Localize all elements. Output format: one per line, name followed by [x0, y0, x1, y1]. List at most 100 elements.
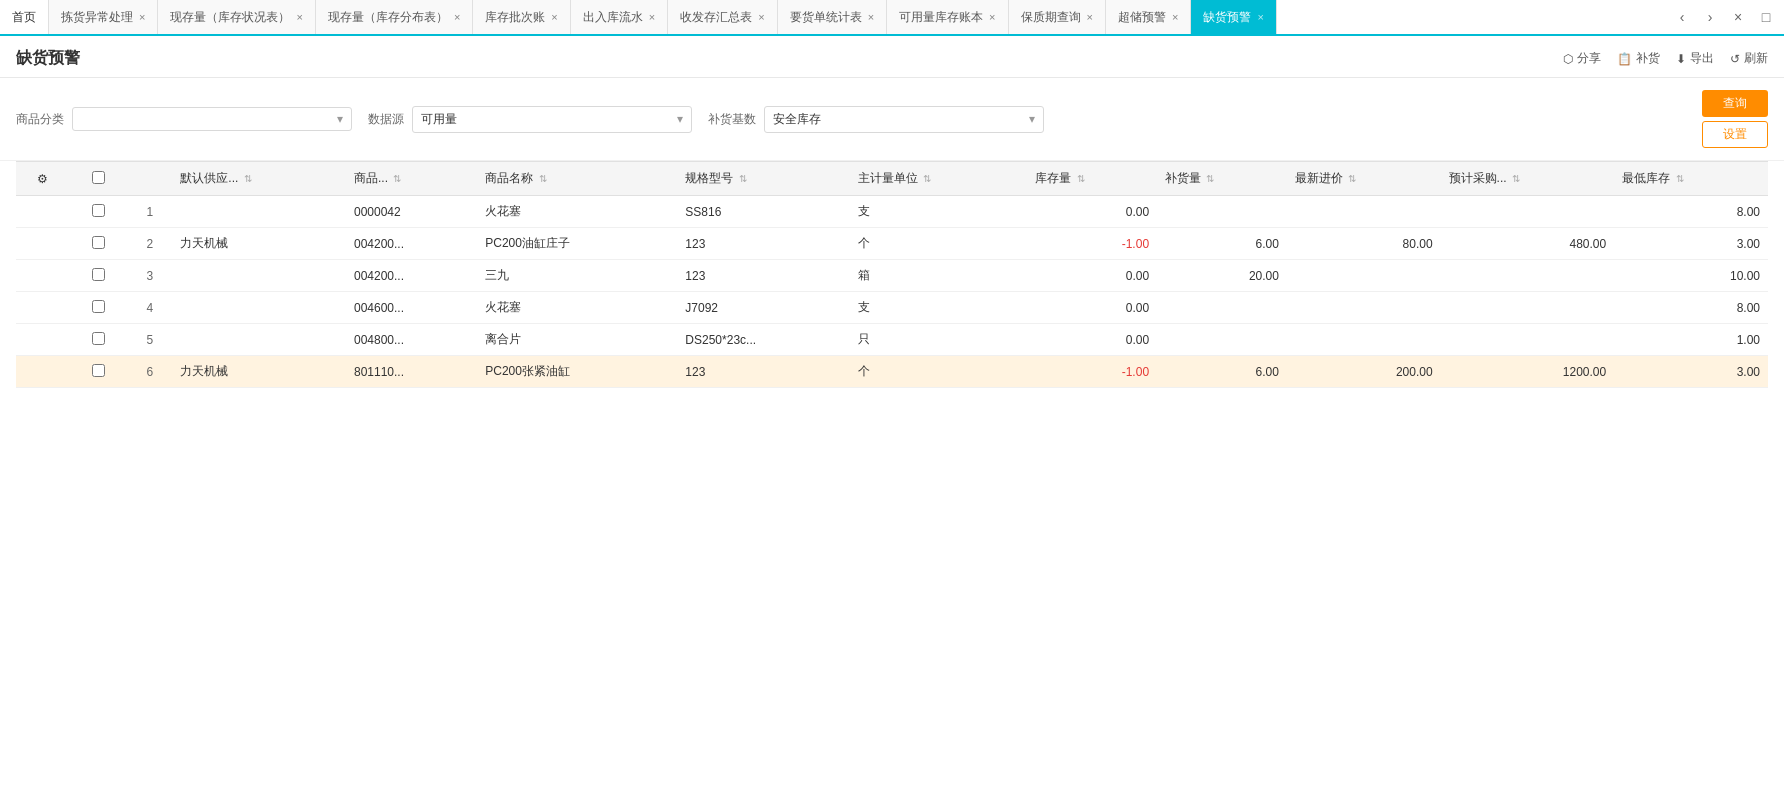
select-all-checkbox[interactable]	[92, 171, 105, 184]
tab-inout[interactable]: 出入库流水 ×	[571, 0, 668, 34]
tab-order-stat[interactable]: 要货单统计表 ×	[778, 0, 887, 34]
row-checkbox-3[interactable]	[92, 300, 105, 313]
row-stock-4: 0.00	[1027, 324, 1157, 356]
row-checkbox-0[interactable]	[92, 204, 105, 217]
column-spec[interactable]: 规格型号 ⇅	[677, 162, 849, 196]
header-actions: ⬡ 分享 📋 补货 ⬇ 导出 ↺ 刷新	[1563, 50, 1768, 67]
row-gear-5	[16, 356, 70, 388]
tab-batch[interactable]: 库存批次账 ×	[473, 0, 570, 34]
column-restock[interactable]: 补货量 ⇅	[1157, 162, 1287, 196]
row-min-stock-1: 3.00	[1614, 228, 1768, 260]
tab-close-stock-dist[interactable]: ×	[454, 11, 460, 23]
row-min-stock-4: 1.00	[1614, 324, 1768, 356]
category-select[interactable]: ▾	[72, 107, 352, 131]
tab-abnormal[interactable]: 拣货异常处理 ×	[49, 0, 158, 34]
row-unit-0: 支	[850, 196, 1028, 228]
settings-button[interactable]: 设置	[1702, 121, 1768, 148]
row-gear-2	[16, 260, 70, 292]
row-num-1: 2	[127, 228, 172, 260]
tab-overstock[interactable]: 超储预警 ×	[1106, 0, 1191, 34]
table-row[interactable]: 2 力天机械 004200... PC200油缸庄子 123 个 -1.00 6…	[16, 228, 1768, 260]
row-unit-2: 箱	[850, 260, 1028, 292]
tab-home[interactable]: 首页	[0, 0, 49, 34]
tab-shortage[interactable]: 缺货预警 ×	[1191, 0, 1276, 34]
tab-expiry[interactable]: 保质期查询 ×	[1009, 0, 1106, 34]
row-supplier-4	[172, 324, 346, 356]
tab-close-overstock[interactable]: ×	[1172, 11, 1178, 23]
tab-close-stock-status[interactable]: ×	[296, 11, 302, 23]
row-checkbox-1[interactable]	[92, 236, 105, 249]
category-filter-group: 商品分类 ▾	[16, 107, 352, 131]
row-checkbox-cell-2	[70, 260, 128, 292]
tab-close-receipt[interactable]: ×	[758, 11, 764, 23]
tab-receipt[interactable]: 收发存汇总表 ×	[668, 0, 777, 34]
column-min-stock[interactable]: 最低库存 ⇅	[1614, 162, 1768, 196]
tab-close-expiry[interactable]: ×	[1087, 11, 1093, 23]
row-checkbox-cell-1	[70, 228, 128, 260]
data-table: ⚙ 默认供应... ⇅ 商品... ⇅ 商品名称 ⇅	[16, 161, 1768, 388]
row-latest-price-0	[1287, 196, 1441, 228]
restock-button[interactable]: 📋 补货	[1617, 50, 1660, 67]
tab-close-order-stat[interactable]: ×	[868, 11, 874, 23]
tab-bar: 首页 拣货异常处理 × 现存量（库存状况表） × 现存量（库存分布表） × 库存…	[0, 0, 1784, 36]
sort-min-stock-icon: ⇅	[1676, 173, 1684, 184]
row-checkbox-5[interactable]	[92, 364, 105, 377]
tab-close-available[interactable]: ×	[989, 11, 995, 23]
column-gear[interactable]: ⚙	[16, 162, 70, 196]
tab-available[interactable]: 可用量库存账本 ×	[887, 0, 1008, 34]
column-name[interactable]: 商品名称 ⇅	[477, 162, 677, 196]
sort-supplier-icon: ⇅	[244, 173, 252, 184]
filter-bar: 商品分类 ▾ 数据源 可用量 ▾ 补货基数 安全库存 ▾ 查询 设置	[0, 78, 1784, 161]
row-est-purchase-1: 480.00	[1441, 228, 1615, 260]
row-num-3: 4	[127, 292, 172, 324]
tab-stock-dist[interactable]: 现存量（库存分布表） ×	[316, 0, 473, 34]
row-num-0: 1	[127, 196, 172, 228]
tab-stock-status[interactable]: 现存量（库存状况表） ×	[158, 0, 315, 34]
column-code[interactable]: 商品... ⇅	[346, 162, 477, 196]
share-button[interactable]: ⬡ 分享	[1563, 50, 1601, 67]
row-num-5: 6	[127, 356, 172, 388]
row-spec-3: J7092	[677, 292, 849, 324]
row-min-stock-2: 10.00	[1614, 260, 1768, 292]
tab-close-inout[interactable]: ×	[649, 11, 655, 23]
row-name-5: PC200张紧油缸	[477, 356, 677, 388]
table-row[interactable]: 5 004800... 离合片 DS250*23c... 只 0.00 1.00	[16, 324, 1768, 356]
tab-close-batch[interactable]: ×	[551, 11, 557, 23]
tab-close-abnormal[interactable]: ×	[139, 11, 145, 23]
restock-base-select[interactable]: 安全库存 ▾	[764, 106, 1044, 133]
tab-controls: ‹ › × □	[1668, 3, 1784, 31]
column-stock[interactable]: 库存量 ⇅	[1027, 162, 1157, 196]
tab-next-button[interactable]: ›	[1696, 3, 1724, 31]
tab-close-shortage[interactable]: ×	[1257, 11, 1263, 23]
tab-prev-button[interactable]: ‹	[1668, 3, 1696, 31]
refresh-button[interactable]: ↺ 刷新	[1730, 50, 1768, 67]
column-latest-price[interactable]: 最新进价 ⇅	[1287, 162, 1441, 196]
tab-expand-button[interactable]: □	[1752, 3, 1780, 31]
column-supplier[interactable]: 默认供应... ⇅	[172, 162, 346, 196]
row-restock-1: 6.00	[1157, 228, 1287, 260]
restock-base-select-value: 安全库存	[773, 111, 821, 128]
row-code-1: 004200...	[346, 228, 477, 260]
row-checkbox-2[interactable]	[92, 268, 105, 281]
table-header-row: ⚙ 默认供应... ⇅ 商品... ⇅ 商品名称 ⇅	[16, 162, 1768, 196]
row-checkbox-4[interactable]	[92, 332, 105, 345]
row-min-stock-5: 3.00	[1614, 356, 1768, 388]
datasource-select[interactable]: 可用量 ▾	[412, 106, 692, 133]
column-unit[interactable]: 主计量单位 ⇅	[850, 162, 1028, 196]
sort-latest-price-icon: ⇅	[1348, 173, 1356, 184]
row-code-2: 004200...	[346, 260, 477, 292]
table-row[interactable]: 3 004200... 三九 123 箱 0.00 20.00 10.00	[16, 260, 1768, 292]
page-content: 缺货预警 ⬡ 分享 📋 补货 ⬇ 导出 ↺ 刷新 商品分类	[0, 36, 1784, 796]
row-latest-price-5: 200.00	[1287, 356, 1441, 388]
row-checkbox-cell-4	[70, 324, 128, 356]
table-row[interactable]: 4 004600... 火花塞 J7092 支 0.00 8.00	[16, 292, 1768, 324]
category-label: 商品分类	[16, 111, 64, 128]
query-button[interactable]: 查询	[1702, 90, 1768, 117]
tab-close-all-button[interactable]: ×	[1724, 3, 1752, 31]
column-est-purchase[interactable]: 预计采购... ⇅	[1441, 162, 1615, 196]
table-row[interactable]: 6 力天机械 801110... PC200张紧油缸 123 个 -1.00 6…	[16, 356, 1768, 388]
row-name-0: 火花塞	[477, 196, 677, 228]
export-button[interactable]: ⬇ 导出	[1676, 50, 1714, 67]
column-checkbox	[70, 162, 128, 196]
table-row[interactable]: 1 0000042 火花塞 SS816 支 0.00 8.00	[16, 196, 1768, 228]
